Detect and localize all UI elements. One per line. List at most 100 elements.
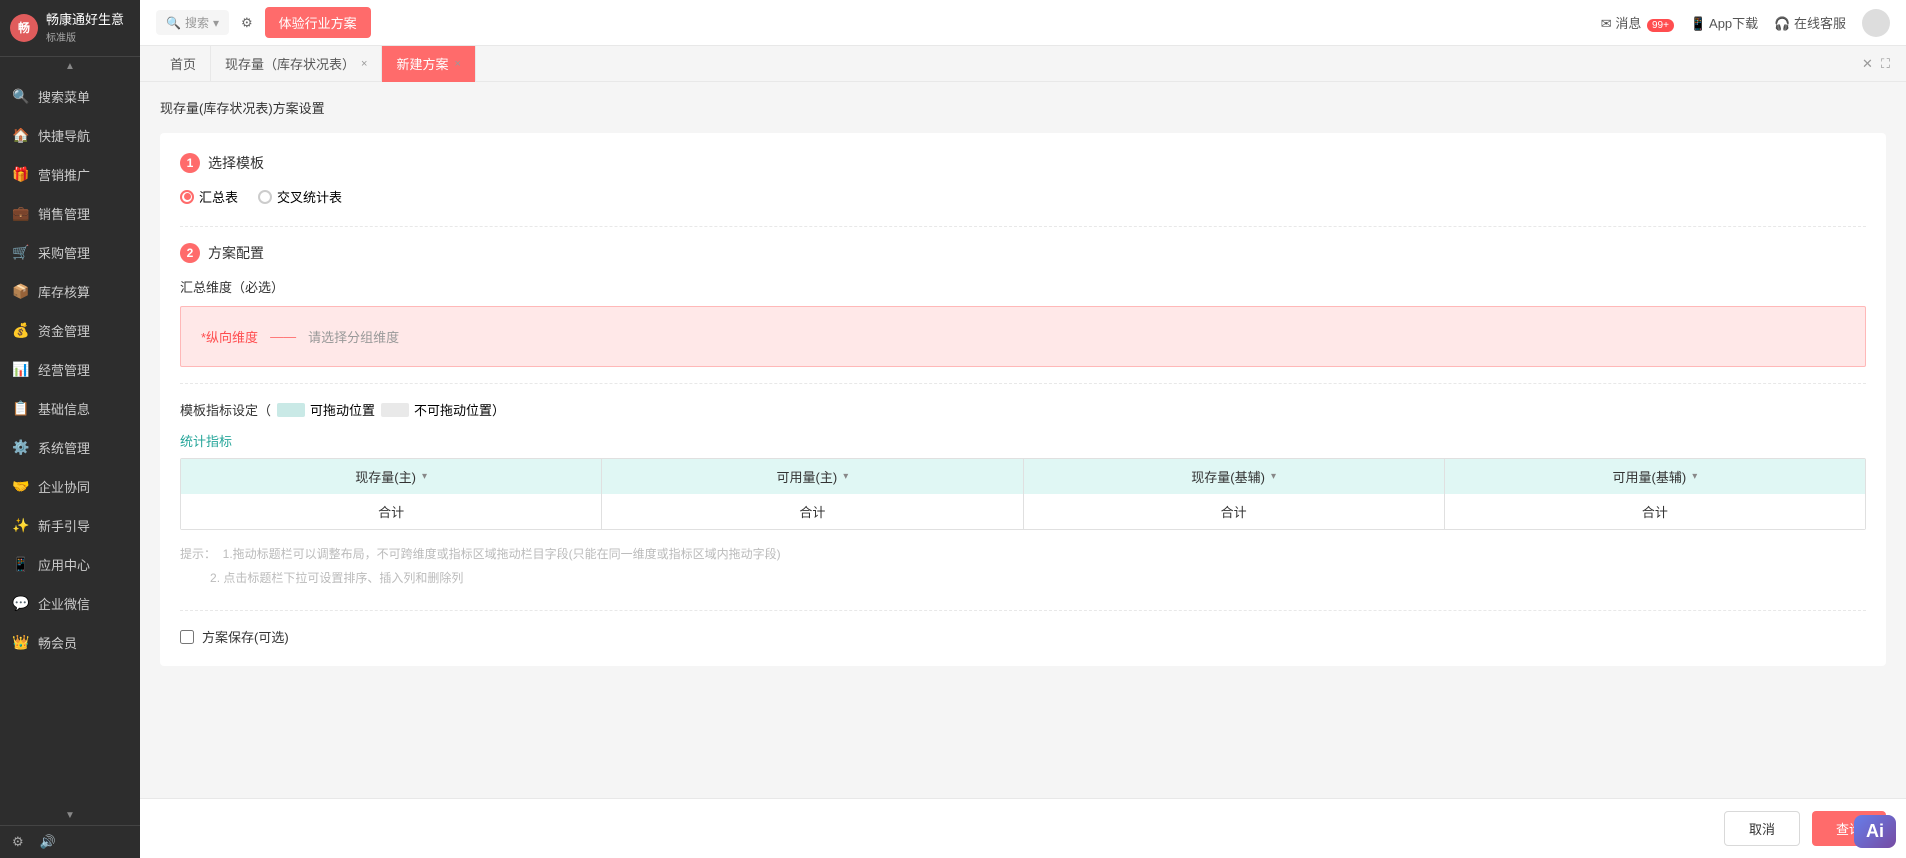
sidebar-scroll-up[interactable]: ▲ bbox=[0, 57, 140, 77]
cell-3: 合计 bbox=[1024, 494, 1445, 529]
radio-summary-circle bbox=[180, 190, 194, 204]
metric-divider bbox=[180, 383, 1866, 384]
topbar: 🔍 搜索 ▾ ⚙ 体验行业方案 ✉ 消息 99+ 📱 App下载 🎧 在线客服 bbox=[140, 0, 1906, 46]
online-service-entry[interactable]: 🎧 在线客服 bbox=[1774, 13, 1846, 32]
sidebar-item-operations[interactable]: 📊 经营管理 bbox=[0, 350, 140, 389]
tabs-controls: ✕ ⛶ bbox=[1862, 56, 1890, 72]
message-entry[interactable]: ✉ 消息 99+ bbox=[1601, 13, 1674, 32]
sidebar-item-purchase[interactable]: 🛒 采购管理 bbox=[0, 233, 140, 272]
sidebar-item-finance[interactable]: 💰 资金管理 bbox=[0, 311, 140, 350]
col-header-2[interactable]: 可用量(主) ▾ bbox=[602, 459, 1023, 494]
sidebar-item-app-center[interactable]: 📱 应用中心 bbox=[0, 545, 140, 584]
settings-icon-topbar[interactable]: ⚙ bbox=[241, 15, 253, 31]
trial-btn[interactable]: 体验行业方案 bbox=[265, 7, 371, 38]
radio-summary-label: 汇总表 bbox=[199, 187, 238, 206]
purchase-icon: 🛒 bbox=[12, 243, 30, 261]
logo-text: 畅康通好生意 标准版 bbox=[46, 12, 124, 44]
col4-chevron[interactable]: ▾ bbox=[1692, 471, 1697, 482]
sidebar-item-cooperation[interactable]: 🤝 企业协同 bbox=[0, 467, 140, 506]
app-icon: 📱 bbox=[12, 555, 30, 573]
home-icon: 🏠 bbox=[12, 126, 30, 144]
save-divider bbox=[180, 610, 1866, 611]
sidebar: 畅 畅康通好生意 标准版 ▲ 🔍 搜索菜单 🏠 快捷导航 🎁 营销推广 💼 销售… bbox=[0, 0, 140, 858]
page-title: 现存量(库存状况表)方案设置 bbox=[160, 98, 1886, 117]
inventory-icon: 📦 bbox=[12, 282, 30, 300]
draggable-box bbox=[277, 403, 305, 417]
topbar-right: ✉ 消息 99+ 📱 App下载 🎧 在线客服 bbox=[1601, 9, 1890, 37]
finance-icon: 💰 bbox=[12, 321, 30, 339]
cooperation-icon: 🤝 bbox=[12, 477, 30, 495]
gift-icon: 🎁 bbox=[12, 165, 30, 183]
sidebar-item-wechat[interactable]: 💬 企业微信 bbox=[0, 584, 140, 623]
settings-bottom-icon[interactable]: ⚙ bbox=[12, 834, 24, 850]
user-avatar[interactable] bbox=[1862, 9, 1890, 37]
tab-new-close[interactable]: × bbox=[454, 58, 460, 70]
search-box[interactable]: 🔍 搜索 ▾ bbox=[156, 10, 229, 35]
radio-cross-circle bbox=[258, 190, 272, 204]
sidebar-item-search-menu[interactable]: 🔍 搜索菜单 bbox=[0, 77, 140, 116]
non-draggable-box bbox=[381, 403, 409, 417]
maximize-btn[interactable]: ⛶ bbox=[1881, 56, 1890, 72]
sidebar-item-marketing[interactable]: 🎁 营销推广 bbox=[0, 155, 140, 194]
sidebar-item-basic-info[interactable]: 📋 基础信息 bbox=[0, 389, 140, 428]
section-divider-1 bbox=[180, 226, 1866, 227]
basic-info-icon: 📋 bbox=[12, 399, 30, 417]
tab-inventory-close[interactable]: × bbox=[361, 58, 367, 70]
guide-icon: ✨ bbox=[12, 516, 30, 534]
dimension-placeholder: 请选择分组维度 bbox=[308, 327, 399, 346]
sidebar-bottom: ⚙ 🔊 bbox=[0, 825, 140, 858]
config-panel: 1 选择模板 汇总表 交叉统计表 bbox=[160, 133, 1886, 666]
speaker-icon[interactable]: 🔊 bbox=[40, 834, 56, 850]
tab-home[interactable]: 首页 bbox=[156, 46, 211, 82]
window-close-btn[interactable]: ✕ bbox=[1862, 56, 1873, 72]
tab-new-plan[interactable]: 新建方案 × bbox=[382, 46, 475, 82]
app-download-entry[interactable]: 📱 App下载 bbox=[1690, 13, 1758, 32]
topbar-left: 🔍 搜索 ▾ ⚙ 体验行业方案 bbox=[156, 7, 371, 38]
save-row: 方案保存(可选) bbox=[180, 627, 1866, 646]
cell-2: 合计 bbox=[602, 494, 1023, 529]
ai-badge[interactable]: Ai bbox=[1854, 815, 1896, 848]
col1-chevron[interactable]: ▾ bbox=[422, 471, 427, 482]
save-checkbox[interactable] bbox=[180, 630, 194, 644]
stats-table-header: 现存量(主) ▾ 可用量(主) ▾ 现存量(基辅) ▾ 可用量(基辅) bbox=[181, 459, 1865, 494]
sidebar-item-system[interactable]: ⚙️ 系统管理 bbox=[0, 428, 140, 467]
main-area: 🔍 搜索 ▾ ⚙ 体验行业方案 ✉ 消息 99+ 📱 App下载 🎧 在线客服 bbox=[140, 0, 1906, 858]
sidebar-item-sales[interactable]: 💼 销售管理 bbox=[0, 194, 140, 233]
radio-summary[interactable]: 汇总表 bbox=[180, 187, 238, 206]
tips-item-2: 2. 点击标题栏下拉可设置排序、插入列和删除列 bbox=[180, 566, 1866, 590]
content-area: 现存量(库存状况表)方案设置 1 选择模板 汇总表 bbox=[140, 82, 1906, 798]
radio-cross[interactable]: 交叉统计表 bbox=[258, 187, 342, 206]
col3-chevron[interactable]: ▾ bbox=[1271, 471, 1276, 482]
cancel-button[interactable]: 取消 bbox=[1724, 811, 1800, 846]
metric-config-label: 模板指标设定（ bbox=[180, 400, 271, 419]
search-dropdown-icon[interactable]: ▾ bbox=[213, 16, 219, 30]
sidebar-scroll-down[interactable]: ▼ bbox=[0, 805, 140, 825]
draggable-legend: 可拖动位置 bbox=[277, 400, 375, 419]
draggable-label: 可拖动位置 bbox=[310, 400, 375, 419]
search-text: 搜索 bbox=[185, 14, 209, 31]
sidebar-item-new-guide[interactable]: ✨ 新手引导 bbox=[0, 506, 140, 545]
col2-chevron[interactable]: ▾ bbox=[843, 471, 848, 482]
dimension-box[interactable]: *纵向维度 —— 请选择分组维度 bbox=[180, 306, 1866, 367]
col-header-4[interactable]: 可用量(基辅) ▾ bbox=[1445, 459, 1865, 494]
app-icon-top: 📱 bbox=[1690, 16, 1706, 31]
non-draggable-legend: 不可拖动位置） bbox=[381, 400, 505, 419]
system-icon: ⚙️ bbox=[12, 438, 30, 456]
dimension-group-label: 汇总维度（必选） bbox=[180, 277, 1866, 296]
col-header-1[interactable]: 现存量(主) ▾ bbox=[181, 459, 602, 494]
stats-table-body: 合计 合计 合计 合计 bbox=[181, 494, 1865, 529]
section2-title: 方案配置 bbox=[208, 243, 264, 263]
sidebar-item-inventory[interactable]: 📦 库存核算 bbox=[0, 272, 140, 311]
tab-inventory-status[interactable]: 现存量（库存状况表） × bbox=[211, 46, 382, 82]
sidebar-item-quick-nav[interactable]: 🏠 快捷导航 bbox=[0, 116, 140, 155]
sidebar-item-members[interactable]: 👑 畅会员 bbox=[0, 623, 140, 662]
operations-icon: 📊 bbox=[12, 360, 30, 378]
headset-icon: 🎧 bbox=[1774, 16, 1790, 31]
stats-table: 现存量(主) ▾ 可用量(主) ▾ 现存量(基辅) ▾ 可用量(基辅) bbox=[180, 458, 1866, 530]
tab-inventory-label: 现存量（库存状况表） bbox=[225, 54, 355, 73]
stats-section-label: 统计指标 bbox=[180, 431, 1866, 450]
template-radio-group: 汇总表 交叉统计表 bbox=[180, 187, 1866, 206]
search-icon-topbar: 🔍 bbox=[166, 16, 181, 30]
section2-header: 2 方案配置 bbox=[180, 243, 1866, 263]
col-header-3[interactable]: 现存量(基辅) ▾ bbox=[1024, 459, 1445, 494]
